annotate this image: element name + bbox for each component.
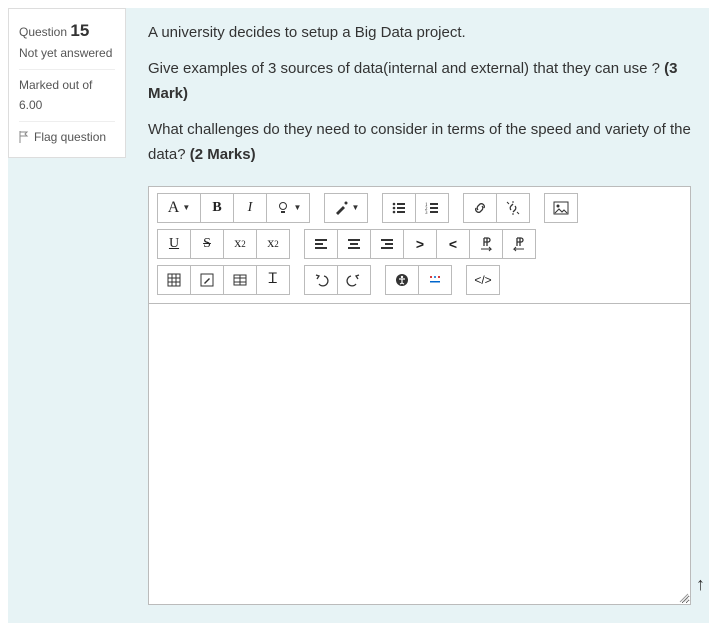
highlight-color-button[interactable]: ▼ [324,193,368,223]
link-icon [472,200,488,216]
subscript-button[interactable]: x2 [223,229,257,259]
align-center-button[interactable] [337,229,371,259]
table-icon [232,272,248,288]
numbered-list-button[interactable]: 123 [415,193,449,223]
svg-text:3: 3 [425,211,428,216]
table-button[interactable] [223,265,257,295]
dots-icon [427,272,443,288]
tex-button[interactable]: Ꮖ [256,265,290,295]
indent-less-button[interactable]: < [436,229,470,259]
accessibility-icon [394,272,410,288]
indent-more-button[interactable]: > [403,229,437,259]
unlink-icon [505,200,521,216]
answer-status: Not yet answered [19,44,115,63]
italic-button[interactable]: I [233,193,267,223]
html-source-button[interactable]: </> [466,265,500,295]
max-mark: Marked out of 6.00 [19,76,115,114]
image-button[interactable] [544,193,578,223]
question-number: Question 15 [19,17,115,44]
superscript-button[interactable]: x2 [256,229,290,259]
question-info-block: Question 15 Not yet answered Marked out … [8,8,126,158]
undo-icon [313,272,329,288]
redo-icon [346,272,362,288]
accessibility-button[interactable] [385,265,419,295]
bulb-icon [275,200,291,216]
editor-toolbar: A▼ B I ▼ ▼ [149,187,690,304]
flag-icon [19,131,29,143]
undo-button[interactable] [304,265,338,295]
ltr-icon [478,236,494,252]
flag-question-link[interactable]: Flag question [19,128,115,147]
unlink-button[interactable] [496,193,530,223]
grid-icon [166,272,182,288]
resize-handle-icon [677,591,689,603]
align-center-icon [346,236,362,252]
image-icon [553,200,569,216]
link-button[interactable] [463,193,497,223]
grid-button[interactable] [157,265,191,295]
answer-textarea[interactable] [149,304,690,604]
question-content: A university decides to setup a Big Data… [126,8,709,623]
question-text: A university decides to setup a Big Data… [148,20,691,168]
paragraph-style-button[interactable]: A▼ [157,193,201,223]
align-right-icon [379,236,395,252]
redo-button[interactable] [337,265,371,295]
align-right-button[interactable] [370,229,404,259]
brush-icon [333,200,349,216]
bold-button[interactable]: B [200,193,234,223]
align-left-button[interactable] [304,229,338,259]
special-chars-button[interactable] [418,265,452,295]
rich-text-editor: A▼ B I ▼ ▼ [148,186,691,605]
ltr-button[interactable] [469,229,503,259]
rtl-button[interactable] [502,229,536,259]
scroll-top-button[interactable]: ↑ [696,574,705,595]
flag-question-label: Flag question [34,128,106,147]
bullet-list-icon [391,200,407,216]
rtl-icon [511,236,527,252]
underline-button[interactable]: U [157,229,191,259]
bullet-list-button[interactable] [382,193,416,223]
align-left-icon [313,236,329,252]
numbered-list-icon: 123 [424,200,440,216]
edit-button[interactable] [190,265,224,295]
strikethrough-button[interactable]: S [190,229,224,259]
font-options-button[interactable]: ▼ [266,193,310,223]
edit-icon [199,272,215,288]
